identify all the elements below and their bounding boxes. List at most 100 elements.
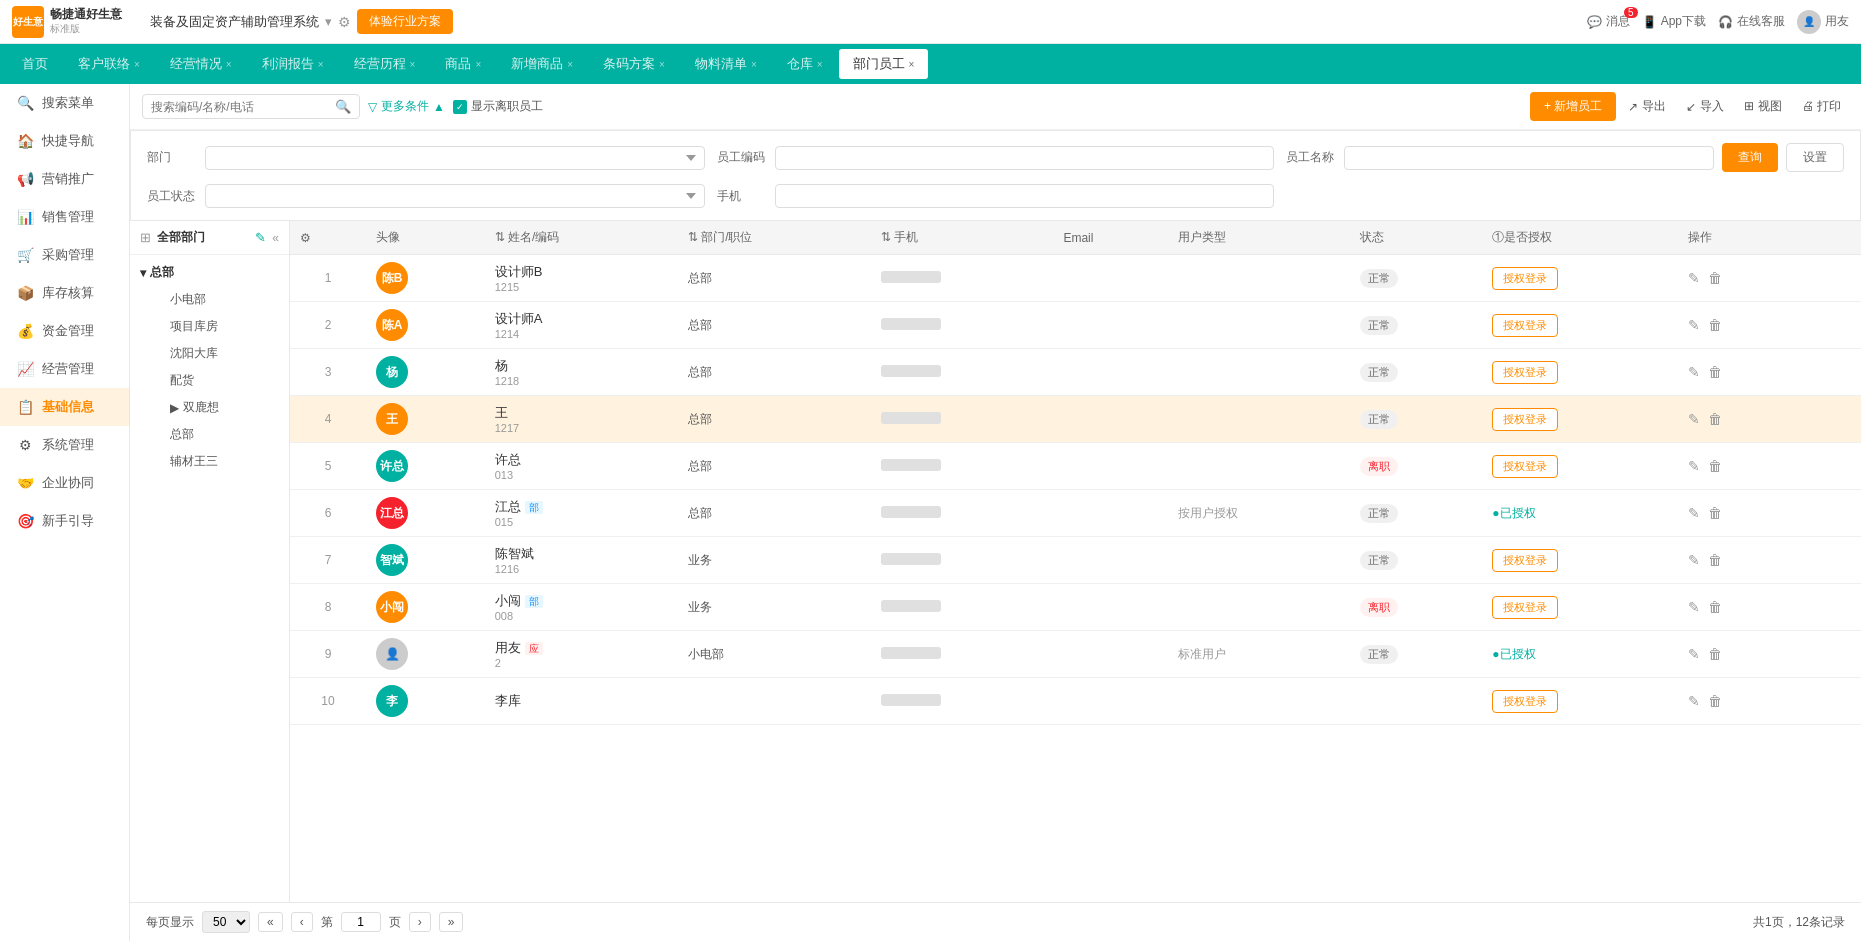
edit-icon[interactable]: ✎ xyxy=(1688,364,1700,380)
nav-tab-首页[interactable]: 首页 xyxy=(8,49,62,79)
authorize-button[interactable]: 授权登录 xyxy=(1492,314,1558,337)
dept-select[interactable] xyxy=(205,146,705,170)
close-tab-icon[interactable]: × xyxy=(909,59,915,70)
sidebar-item-系统管理[interactable]: ⚙系统管理 xyxy=(0,426,129,464)
authorize-button[interactable]: 授权登录 xyxy=(1492,267,1558,290)
col-settings[interactable]: ⚙ xyxy=(290,221,366,255)
nav-tab-利润报告[interactable]: 利润报告× xyxy=(248,49,338,79)
last-page-button[interactable]: » xyxy=(439,912,464,932)
show-inactive-toggle[interactable]: ✓ 显示离职员工 xyxy=(453,98,543,115)
query-button[interactable]: 查询 xyxy=(1722,143,1778,172)
close-tab-icon[interactable]: × xyxy=(751,59,757,70)
phone-input[interactable] xyxy=(775,184,1275,208)
sidebar-item-资金管理[interactable]: 💰资金管理 xyxy=(0,312,129,350)
app-download-button[interactable]: 📱 App下载 xyxy=(1642,13,1706,30)
close-tab-icon[interactable]: × xyxy=(475,59,481,70)
message-button[interactable]: 💬 消息 5 xyxy=(1587,13,1630,30)
delete-icon[interactable]: 🗑 xyxy=(1708,458,1722,474)
nav-tab-经营历程[interactable]: 经营历程× xyxy=(340,49,430,79)
edit-icon[interactable]: ✎ xyxy=(1688,317,1700,333)
more-filter-button[interactable]: ▽ 更多条件 ▲ xyxy=(368,98,445,115)
search-input[interactable] xyxy=(151,100,331,114)
nav-tab-仓库[interactable]: 仓库× xyxy=(773,49,837,79)
close-tab-icon[interactable]: × xyxy=(318,59,324,70)
authorize-button[interactable]: 授权登录 xyxy=(1492,408,1558,431)
sidebar-item-营销推广[interactable]: 📢营销推广 xyxy=(0,160,129,198)
page-size-select[interactable]: 50 xyxy=(202,911,250,933)
add-employee-button[interactable]: + 新增员工 xyxy=(1530,92,1616,121)
gear-icon[interactable]: ⚙ xyxy=(338,14,351,30)
dept-item-shenyang[interactable]: 沈阳大库 xyxy=(154,340,289,367)
online-service-button[interactable]: 🎧 在线客服 xyxy=(1718,13,1785,30)
col-name[interactable]: ⇅ 姓名/编码 xyxy=(485,221,678,255)
edit-icon[interactable]: ✎ xyxy=(1688,458,1700,474)
nav-tab-商品[interactable]: 商品× xyxy=(431,49,495,79)
sidebar-item-快捷导航[interactable]: 🏠快捷导航 xyxy=(0,122,129,160)
user-menu-button[interactable]: 👤 用友 xyxy=(1797,10,1849,34)
employee-name-input[interactable] xyxy=(1344,146,1714,170)
close-tab-icon[interactable]: × xyxy=(410,59,416,70)
close-tab-icon[interactable]: × xyxy=(567,59,573,70)
sidebar-item-采购管理[interactable]: 🛒采购管理 xyxy=(0,236,129,274)
print-button[interactable]: 🖨 打印 xyxy=(1794,94,1849,119)
edit-icon[interactable]: ✎ xyxy=(1688,693,1700,709)
dept-item-peihuo[interactable]: 配货 xyxy=(154,367,289,394)
collapse-dept-button[interactable]: « xyxy=(272,231,279,245)
dept-item-xiaodibu[interactable]: 小电部 xyxy=(154,286,289,313)
authorize-button[interactable]: 授权登录 xyxy=(1492,455,1558,478)
page-input[interactable] xyxy=(341,912,381,932)
status-select[interactable] xyxy=(205,184,705,208)
dept-item-zongbu-sub[interactable]: 总部 xyxy=(154,421,289,448)
col-dept[interactable]: ⇅ 部门/职位 xyxy=(678,221,871,255)
delete-icon[interactable]: 🗑 xyxy=(1708,364,1722,380)
sidebar-item-经营管理[interactable]: 📈经营管理 xyxy=(0,350,129,388)
close-tab-icon[interactable]: × xyxy=(659,59,665,70)
edit-dept-icon[interactable]: ✎ xyxy=(255,230,266,245)
nav-tab-客户联络[interactable]: 客户联络× xyxy=(64,49,154,79)
delete-icon[interactable]: 🗑 xyxy=(1708,599,1722,615)
sidebar-item-销售管理[interactable]: 📊销售管理 xyxy=(0,198,129,236)
sidebar-item-新手引导[interactable]: 🎯新手引导 xyxy=(0,502,129,540)
nav-tab-物料清单[interactable]: 物料清单× xyxy=(681,49,771,79)
delete-icon[interactable]: 🗑 xyxy=(1708,411,1722,427)
dept-item-shuanglusiang[interactable]: ▶双鹿想 xyxy=(154,394,289,421)
col-phone[interactable]: ⇅ 手机 xyxy=(871,221,1053,255)
nav-tab-部门员工[interactable]: 部门员工× xyxy=(839,49,929,79)
nav-tab-新增商品[interactable]: 新增商品× xyxy=(497,49,587,79)
trial-button[interactable]: 体验行业方案 xyxy=(357,9,453,34)
sidebar-item-企业协同[interactable]: 🤝企业协同 xyxy=(0,464,129,502)
close-tab-icon[interactable]: × xyxy=(134,59,140,70)
import-button[interactable]: ↙ 导入 xyxy=(1678,94,1732,119)
nav-tab-经营情况[interactable]: 经营情况× xyxy=(156,49,246,79)
delete-icon[interactable]: 🗑 xyxy=(1708,505,1722,521)
chevron-down-icon[interactable]: ▾ xyxy=(325,14,332,29)
authorize-button[interactable]: 授权登录 xyxy=(1492,596,1558,619)
edit-icon[interactable]: ✎ xyxy=(1688,599,1700,615)
delete-icon[interactable]: 🗑 xyxy=(1708,646,1722,662)
export-button[interactable]: ↗ 导出 xyxy=(1620,94,1674,119)
delete-icon[interactable]: 🗑 xyxy=(1708,552,1722,568)
edit-icon[interactable]: ✎ xyxy=(1688,270,1700,286)
next-page-button[interactable]: › xyxy=(409,912,431,932)
authorize-button[interactable]: 授权登录 xyxy=(1492,549,1558,572)
edit-icon[interactable]: ✎ xyxy=(1688,552,1700,568)
authorize-button[interactable]: 授权登录 xyxy=(1492,690,1558,713)
dept-group-zongbu[interactable]: ▾总部 xyxy=(130,259,289,286)
sidebar-item-库存核算[interactable]: 📦库存核算 xyxy=(0,274,129,312)
view-button[interactable]: ⊞ 视图 xyxy=(1736,94,1789,119)
close-tab-icon[interactable]: × xyxy=(817,59,823,70)
dept-item-xiangmukufang[interactable]: 项目库房 xyxy=(154,313,289,340)
sidebar-item-搜索菜单[interactable]: 🔍搜索菜单 xyxy=(0,84,129,122)
sidebar-item-基础信息[interactable]: 📋基础信息 xyxy=(0,388,129,426)
close-tab-icon[interactable]: × xyxy=(226,59,232,70)
employee-code-input[interactable] xyxy=(775,146,1275,170)
reset-button[interactable]: 设置 xyxy=(1786,143,1844,172)
dept-item-fucai[interactable]: 辅材王三 xyxy=(154,448,289,475)
delete-icon[interactable]: 🗑 xyxy=(1708,693,1722,709)
delete-icon[interactable]: 🗑 xyxy=(1708,270,1722,286)
first-page-button[interactable]: « xyxy=(258,912,283,932)
edit-icon[interactable]: ✎ xyxy=(1688,411,1700,427)
authorize-button[interactable]: 授权登录 xyxy=(1492,361,1558,384)
edit-icon[interactable]: ✎ xyxy=(1688,505,1700,521)
prev-page-button[interactable]: ‹ xyxy=(291,912,313,932)
